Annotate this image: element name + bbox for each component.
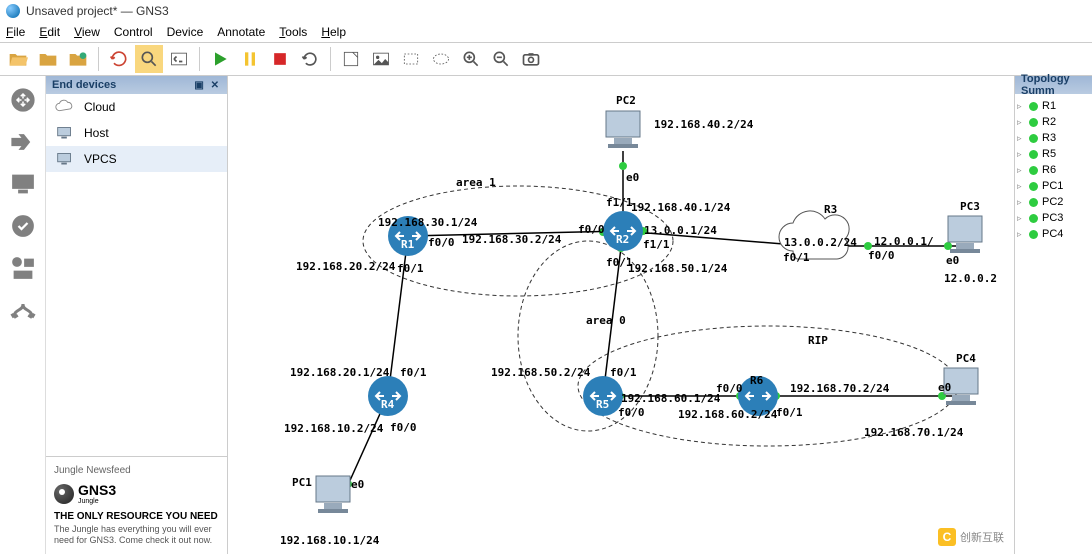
device-list: Cloud Host VPCS [46,94,227,172]
area1-label: area 1 [456,176,496,189]
menu-device[interactable]: Device [167,25,204,39]
zoom-fit-button[interactable] [135,45,163,73]
topology-item[interactable]: ▹R3 [1017,130,1090,146]
gns3-logo-icon [54,484,74,504]
menu-view[interactable]: View [74,25,100,39]
pc-PC3 [948,216,982,253]
topology-item[interactable]: ▹PC3 [1017,210,1090,226]
topology-summary-header: Topology Summ [1015,76,1092,94]
topology-canvas[interactable]: area 1 area 0 RIP R1 R2 R3 R4 R5 R6 PC2 … [228,76,1014,554]
device-cloud[interactable]: Cloud [46,94,227,120]
menu-edit[interactable]: Edit [39,25,60,39]
newsfeed-logo: GNS3Jungle [54,482,219,505]
topology-summary-panel: Topology Summ ▹R1 ▹R2 ▹R3 ▹R5 ▹R6 ▹PC1 ▹… [1014,76,1092,554]
device-host[interactable]: Host [46,120,227,146]
status-dot-icon [1029,230,1038,239]
newsfeed-body: The Jungle has everything you will ever … [54,524,219,546]
workspace: End devices ▣ ✕ Cloud Host VPCS Jungle N… [0,76,1092,554]
menu-help[interactable]: Help [321,25,346,39]
save-project-button[interactable] [64,45,92,73]
pause-all-button[interactable] [236,45,264,73]
reload-button[interactable] [105,45,133,73]
window-title: Unsaved project* — GNS3 [26,4,169,18]
watermark: 创新互联 [934,526,1008,548]
end-devices-dock-icon[interactable] [5,166,41,202]
start-all-button[interactable] [206,45,234,73]
draw-rect-button[interactable] [397,45,425,73]
stop-all-button[interactable] [266,45,294,73]
status-dot-icon [1029,198,1038,207]
device-vpcs[interactable]: VPCS [46,146,227,172]
status-dot-icon [1029,166,1038,175]
host-icon [54,125,76,141]
topology-list: ▹R1 ▹R2 ▹R3 ▹R5 ▹R6 ▹PC1 ▹PC2 ▹PC3 ▹PC4 [1015,94,1092,246]
menu-bar: File Edit View Control Device Annotate T… [0,22,1092,42]
menu-file[interactable]: File [6,25,25,39]
all-devices-dock-icon[interactable] [5,250,41,286]
area0-label: area 0 [586,314,626,327]
newsfeed-headline: THE ONLY RESOURCE YOU NEED [54,511,219,522]
devices-panel-title: End devices [52,79,116,91]
newsfeed-section-title: Jungle Newsfeed [54,465,219,476]
device-label: Host [84,126,109,140]
toolbar-separator [330,47,331,71]
toolbar-separator [199,47,200,71]
topology-item[interactable]: ▹PC2 [1017,194,1090,210]
watermark-icon [938,528,956,546]
device-label: Cloud [84,100,115,114]
toolbar-separator [98,47,99,71]
topology-item[interactable]: ▹R5 [1017,146,1090,162]
routers-dock-icon[interactable] [5,82,41,118]
watermark-text: 创新互联 [960,529,1004,545]
pc-PC2 [606,111,640,148]
topology-item[interactable]: ▹R1 [1017,98,1090,114]
cloud-icon [54,99,76,115]
status-dot-icon [1029,150,1038,159]
status-dot-icon [1029,102,1038,111]
status-dot-icon [1029,118,1038,127]
device-label: VPCS [84,152,117,166]
devices-panel-header: End devices ▣ ✕ [46,76,227,94]
devices-panel: End devices ▣ ✕ Cloud Host VPCS Jungle N… [46,76,228,554]
console-button[interactable] [165,45,193,73]
zoom-in-button[interactable] [457,45,485,73]
menu-annotate[interactable]: Annotate [217,25,265,39]
topology-item[interactable]: ▹R2 [1017,114,1090,130]
status-dot-icon [1029,134,1038,143]
annotate-text-button[interactable] [337,45,365,73]
app-icon [6,4,20,18]
insert-image-button[interactable] [367,45,395,73]
device-dock [0,76,46,554]
screenshot-button[interactable] [517,45,545,73]
pc-PC1 [316,476,350,513]
panel-dock-controls[interactable]: ▣ ✕ [194,80,221,91]
security-dock-icon[interactable] [5,208,41,244]
open-project-button[interactable] [4,45,32,73]
title-bar: Unsaved project* — GNS3 [0,0,1092,22]
status-dot-icon [1029,214,1038,223]
link-dock-icon[interactable] [5,292,41,328]
newsfeed-panel: Jungle Newsfeed GNS3Jungle THE ONLY RESO… [46,456,227,554]
topology-item[interactable]: ▹R6 [1017,162,1090,178]
main-toolbar [0,42,1092,76]
vpcs-icon [54,151,76,167]
status-dot-icon [1029,182,1038,191]
topology-item[interactable]: ▹PC1 [1017,178,1090,194]
open-folder-button[interactable] [34,45,62,73]
switches-dock-icon[interactable] [5,124,41,160]
topology-item[interactable]: ▹PC4 [1017,226,1090,242]
restart-all-button[interactable] [296,45,324,73]
menu-tools[interactable]: Tools [279,25,307,39]
zoom-out-button[interactable] [487,45,515,73]
draw-ellipse-button[interactable] [427,45,455,73]
rip-label: RIP [808,334,828,347]
menu-control[interactable]: Control [114,25,153,39]
